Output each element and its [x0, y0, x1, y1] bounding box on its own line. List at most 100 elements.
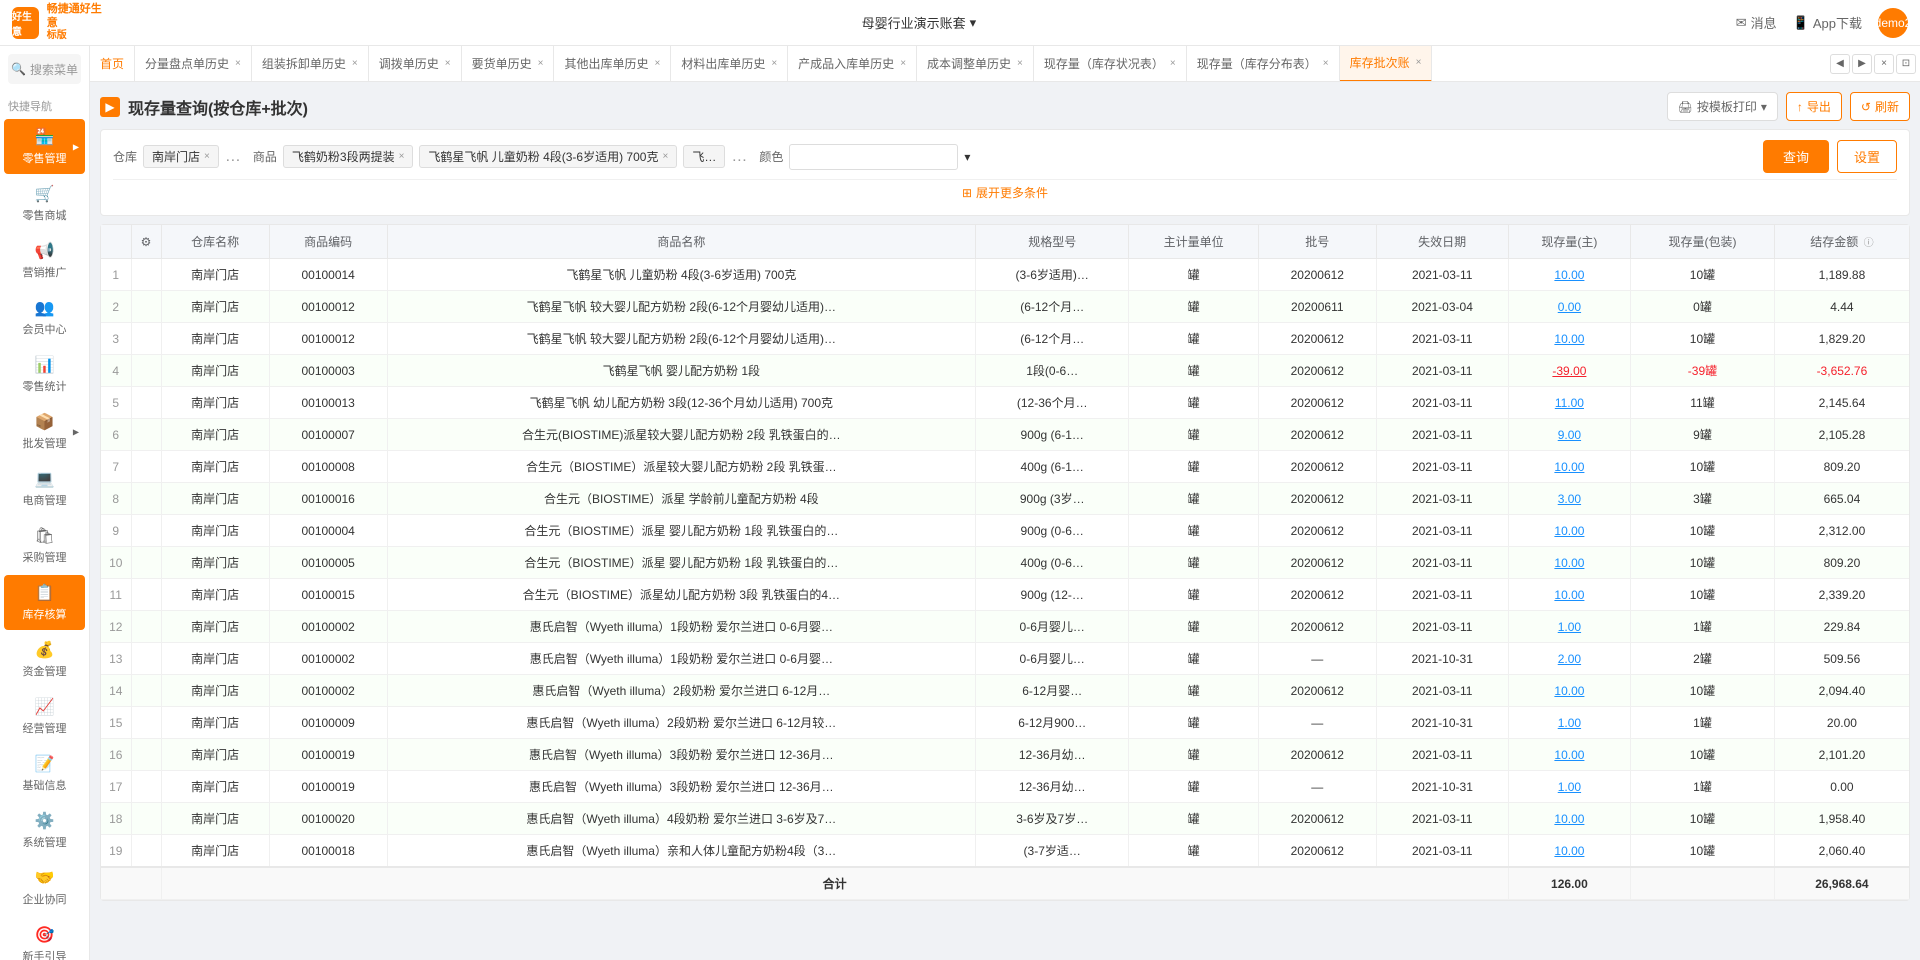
cell-stock-main[interactable]: 10.00 — [1508, 547, 1630, 579]
tab-close-cost-adjust[interactable]: × — [1017, 58, 1023, 69]
tab-close-inventory-dist[interactable]: × — [1323, 58, 1329, 69]
cell-warehouse: 南岸门店 — [161, 835, 269, 868]
sidebar-item-retail-stats[interactable]: 📊 零售统计 — [4, 347, 85, 402]
app-download-button[interactable]: 📱 App下载 — [1793, 13, 1862, 32]
tab-nav-right[interactable]: ▶ — [1852, 54, 1872, 74]
sidebar-item-purchase[interactable]: 🛍 采购管理 — [4, 518, 85, 573]
warehouse-more-button[interactable]: … — [225, 148, 241, 166]
cell-stock-main[interactable]: 9.00 — [1508, 419, 1630, 451]
cell-stock-pkg: 11罐 — [1631, 387, 1775, 419]
cell-spec: 900g (0-6… — [976, 515, 1129, 547]
goods-more-button[interactable]: … — [731, 148, 747, 166]
workspace-selector[interactable]: 母婴行业演示账套 ▾ — [862, 13, 977, 32]
tab-close-disassemble[interactable]: × — [352, 58, 358, 69]
cell-stock-main[interactable]: 10.00 — [1508, 323, 1630, 355]
cell-expire: 2021-03-11 — [1376, 323, 1508, 355]
goods-tag-2-close[interactable]: × — [662, 151, 668, 162]
table-row: 1 南岸门店 00100014 飞鹤星飞帆 儿童奶粉 4段(3-6岁适用) 70… — [101, 259, 1909, 291]
cell-stock-main[interactable]: 1.00 — [1508, 707, 1630, 739]
cell-stock-main[interactable]: 10.00 — [1508, 515, 1630, 547]
tab-inventory-status[interactable]: 现存量（库存状况表） × — [1034, 46, 1187, 82]
cell-stock-main[interactable]: 10.00 — [1508, 579, 1630, 611]
tab-nav-more[interactable]: ⊡ — [1896, 54, 1916, 74]
col-balance: 结存金额 ⓘ — [1774, 225, 1909, 259]
sidebar-item-operation[interactable]: 📈 经营管理 — [4, 689, 85, 744]
table-row: 2 南岸门店 00100012 飞鹤星飞帆 较大婴儿配方奶粉 2段(6-12个月… — [101, 291, 1909, 323]
tab-dispatch[interactable]: 调拨单历史 × — [369, 46, 462, 82]
settings-icon[interactable]: ⚙ — [141, 235, 152, 249]
sidebar-item-retail-shop[interactable]: 🛒 零售商城 — [4, 176, 85, 231]
message-button[interactable]: ✉ 消息 — [1736, 13, 1777, 32]
cell-stock-main[interactable]: 2.00 — [1508, 643, 1630, 675]
export-button[interactable]: ↑ 导出 — [1786, 92, 1842, 121]
cell-stock-main[interactable]: 10.00 — [1508, 259, 1630, 291]
sidebar-item-inventory[interactable]: 📋 库存核算 — [4, 575, 85, 630]
cell-stock-main[interactable]: -39.00 — [1508, 355, 1630, 387]
sidebar-item-wholesale[interactable]: 📦 批发管理 ▶ — [4, 404, 85, 459]
sidebar-item-newbie[interactable]: 🎯 新手引导 — [4, 917, 85, 960]
tab-close-inventory-status[interactable]: × — [1170, 58, 1176, 69]
cell-stock-main[interactable]: 0.00 — [1508, 291, 1630, 323]
sidebar-item-member[interactable]: 👥 会员中心 — [4, 290, 85, 345]
goods-tag-more[interactable]: 飞… — [683, 145, 725, 168]
warehouse-tag[interactable]: 南岸门店 × — [143, 145, 219, 168]
color-filter-input[interactable] — [789, 144, 958, 170]
sidebar-item-retail-mgmt[interactable]: 🏪 零售管理 ▶ — [4, 119, 85, 174]
cell-stock-main[interactable]: 10.00 — [1508, 835, 1630, 868]
tab-nav-left[interactable]: ◀ — [1830, 54, 1850, 74]
cell-stock-main[interactable]: 3.00 — [1508, 483, 1630, 515]
tab-material-out[interactable]: 材料出库单历史 × — [671, 46, 788, 82]
goods-tag-2[interactable]: 飞鹤星飞帆 儿童奶粉 4段(3-6岁适用) 700克 × — [419, 145, 677, 168]
print-template-button[interactable]: 🖨 按模板打印 ▾ — [1667, 92, 1778, 121]
tab-split-check[interactable]: 分量盘点单历史 × — [135, 46, 252, 82]
setting-button[interactable]: 设置 — [1837, 140, 1897, 173]
tab-requisition[interactable]: 要货单历史 × — [462, 46, 555, 82]
cell-stock-main[interactable]: 10.00 — [1508, 739, 1630, 771]
col-settings[interactable]: ⚙ — [131, 225, 161, 259]
cell-stock-main[interactable]: 10.00 — [1508, 451, 1630, 483]
tab-cost-adjust[interactable]: 成本调整单历史 × — [917, 46, 1034, 82]
cell-stock-main[interactable]: 11.00 — [1508, 387, 1630, 419]
expand-more-conditions-button[interactable]: ⊞ 展开更多条件 — [113, 179, 1897, 205]
tab-close-material-out[interactable]: × — [771, 58, 777, 69]
tab-batch-ledger[interactable]: 库存批次账 × — [1340, 46, 1433, 82]
cell-balance: 4.44 — [1774, 291, 1909, 323]
cell-stock-main[interactable]: 10.00 — [1508, 675, 1630, 707]
tab-close-dispatch[interactable]: × — [445, 58, 451, 69]
workspace-dropdown-icon[interactable]: ▾ — [970, 15, 977, 31]
tab-close-batch-ledger[interactable]: × — [1416, 57, 1422, 68]
inventory-icon: 📋 — [35, 583, 55, 603]
sidebar-item-finance[interactable]: 💰 资金管理 — [4, 632, 85, 687]
tab-close-other-out[interactable]: × — [654, 58, 660, 69]
refresh-button[interactable]: ↺ 刷新 — [1850, 92, 1910, 121]
tab-disassemble[interactable]: 组装拆卸单历史 × — [252, 46, 369, 82]
goods-tag-1-close[interactable]: × — [399, 151, 405, 162]
cell-stock-main[interactable]: 1.00 — [1508, 771, 1630, 803]
query-button[interactable]: 查询 — [1763, 140, 1829, 173]
tab-close-requisition[interactable]: × — [538, 58, 544, 69]
user-avatar[interactable]: demo2 — [1878, 8, 1908, 38]
sidebar-item-system[interactable]: ⚙️ 系统管理 — [4, 803, 85, 858]
goods-tag-1[interactable]: 飞鹤奶粉3段两提装 × — [283, 145, 414, 168]
color-dropdown-icon[interactable]: ▾ — [964, 150, 970, 164]
search-menu-button[interactable]: 🔍 搜索菜单 — [8, 54, 81, 84]
cell-stock-pkg: 10罐 — [1631, 739, 1775, 771]
cell-stock-main[interactable]: 1.00 — [1508, 611, 1630, 643]
tab-product-in[interactable]: 产成品入库单历史 × — [788, 46, 917, 82]
tab-close-split-check[interactable]: × — [235, 58, 241, 69]
cell-stock-main[interactable]: 10.00 — [1508, 803, 1630, 835]
warehouse-tag-close[interactable]: × — [204, 151, 210, 162]
workspace-label: 母婴行业演示账套 — [862, 13, 966, 32]
tab-close-product-in[interactable]: × — [900, 58, 906, 69]
sidebar-item-ecommerce[interactable]: 💻 电商管理 — [4, 461, 85, 516]
tab-inventory-dist[interactable]: 现存量（库存分布表） × — [1187, 46, 1340, 82]
expand-filter-button[interactable]: ▶ — [100, 97, 120, 117]
tab-home[interactable]: 首页 — [90, 46, 135, 82]
tab-nav-close[interactable]: × — [1874, 54, 1894, 74]
sidebar-item-basic[interactable]: 📝 基础信息 — [4, 746, 85, 801]
sidebar-item-marketing[interactable]: 📢 营销推广 — [4, 233, 85, 288]
tab-other-out[interactable]: 其他出库单历史 × — [554, 46, 671, 82]
balance-info-icon[interactable]: ⓘ — [1864, 238, 1874, 249]
sidebar-item-enterprise[interactable]: 🤝 企业协同 — [4, 860, 85, 915]
cell-idx: 16 — [101, 739, 131, 771]
